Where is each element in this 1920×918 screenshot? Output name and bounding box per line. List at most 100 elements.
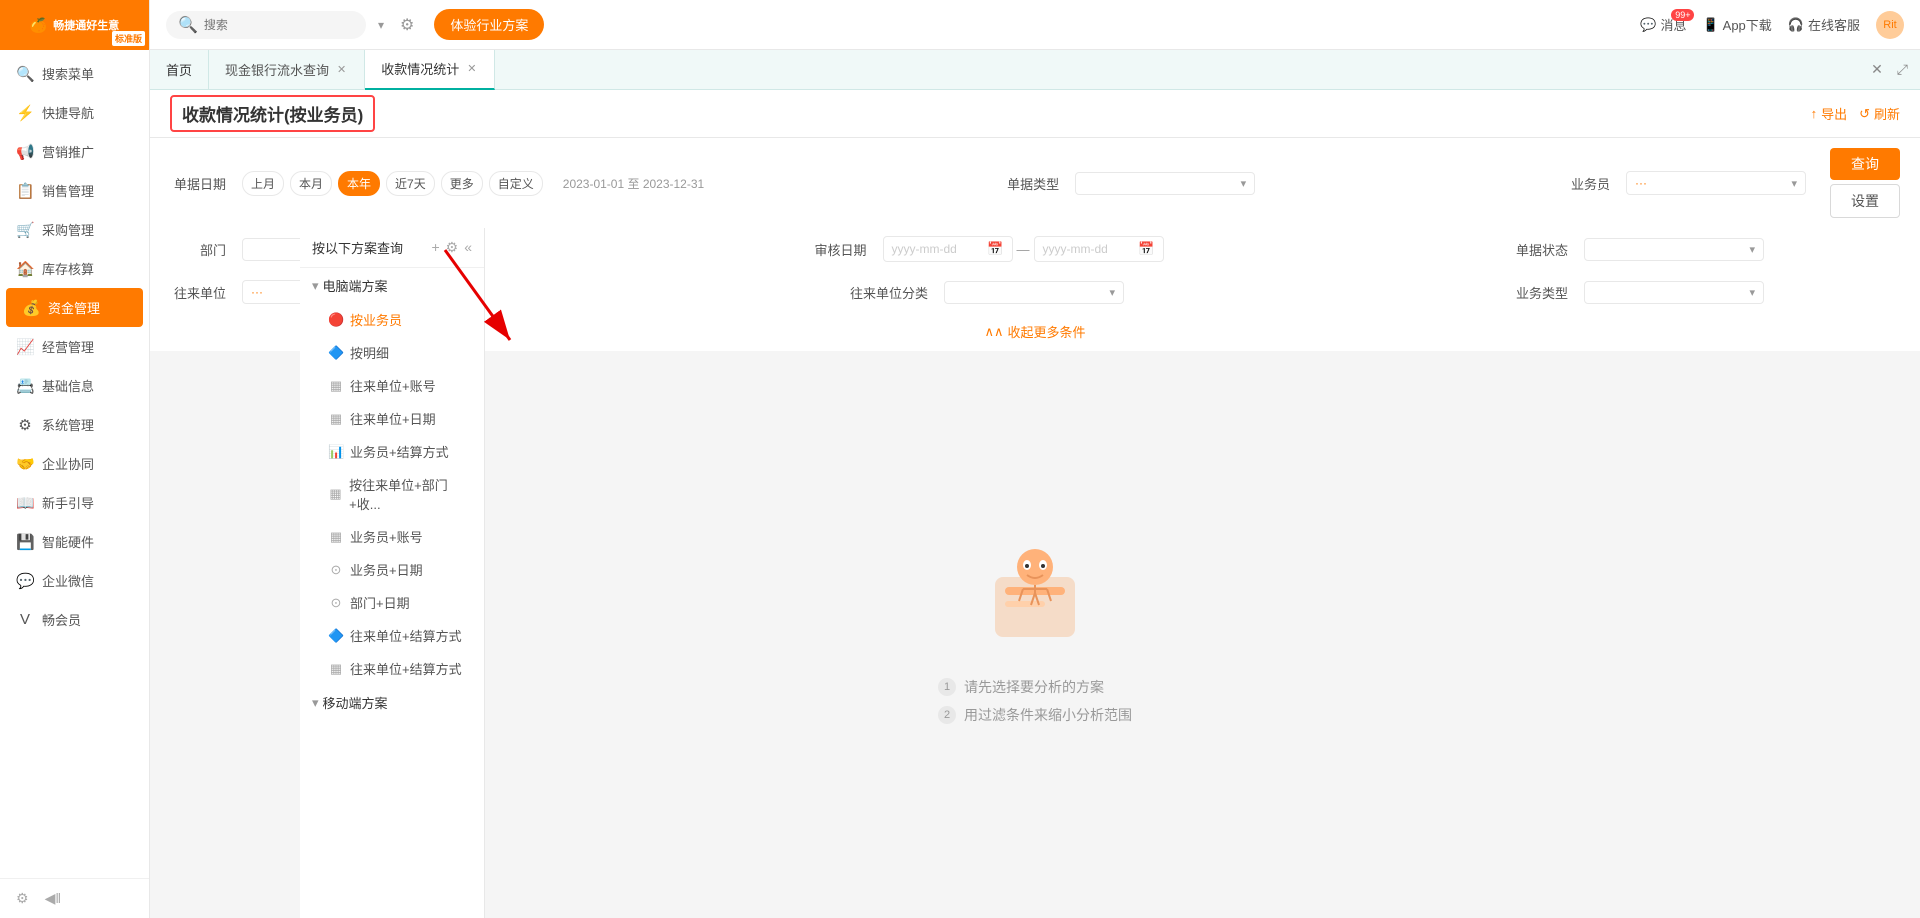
tab-home[interactable]: 首页: [150, 50, 209, 90]
sidebar-item-销售管理[interactable]: 📋 销售管理: [0, 171, 149, 210]
review-date-end[interactable]: yyyy-mm-dd 📅: [1034, 236, 1164, 262]
date-preset-本月[interactable]: 本月: [290, 171, 332, 196]
scheme-item-label-0-7: 业务员+日期: [350, 560, 423, 579]
nav-label-3: 销售管理: [42, 181, 94, 200]
scheme-item-0-8[interactable]: ⊙部门+日期: [300, 586, 484, 619]
messages-badge: 99+: [1671, 9, 1694, 21]
scheme-item-0-10[interactable]: ▦往来单位+结算方式: [300, 652, 484, 685]
settings-icon[interactable]: ⚙: [400, 15, 414, 35]
add-scheme-btn[interactable]: +: [431, 239, 439, 256]
collapse-sidebar-btn[interactable]: ◀‖: [41, 886, 66, 911]
sidebar-item-新手引导[interactable]: 📖新手引导: [0, 483, 149, 522]
nav-label-1: 快捷导航: [42, 103, 94, 122]
date-preset-自定义[interactable]: 自定义: [489, 171, 543, 196]
search-input[interactable]: [204, 18, 344, 32]
refresh-label: 刷新: [1874, 104, 1900, 123]
sidebar-item-库存核算[interactable]: 🏠库存核算: [0, 249, 149, 288]
header-actions: ↑ 导出 ↺ 刷新: [1811, 104, 1900, 123]
search-icon: 🔍: [178, 15, 198, 35]
scheme-item-0-0[interactable]: 🔴按业务员: [300, 303, 484, 336]
sidebar-item-系统管理[interactable]: ⚙系统管理: [0, 405, 149, 444]
sidebar-item-采购管理[interactable]: 🛒采购管理: [0, 210, 149, 249]
nav-label-8: 基础信息: [42, 376, 94, 395]
nav-icon-3: 📋: [16, 182, 34, 200]
scheme-section-0[interactable]: ▾电脑端方案: [300, 268, 484, 303]
sidebar-item-资金管理[interactable]: 💰资金管理: [6, 288, 143, 327]
collapse-label: 收起更多条件: [1008, 322, 1086, 341]
export-btn[interactable]: ↑ 导出: [1811, 104, 1848, 123]
doc-type-select[interactable]: ▾: [1075, 172, 1255, 195]
review-date-group: yyyy-mm-dd 📅 — yyyy-mm-dd 📅: [883, 236, 1164, 262]
salesperson-label: 业务员: [1554, 174, 1610, 193]
sidebar-item-搜索菜单[interactable]: 🔍搜索菜单: [0, 54, 149, 93]
salesperson-select[interactable]: ··· ▾: [1626, 171, 1806, 195]
nav-label-2: 营销推广: [42, 142, 94, 161]
settings-footer-icon[interactable]: ⚙: [12, 886, 33, 911]
expand-btn[interactable]: ⤢: [1893, 57, 1912, 82]
scheme-item-label-0-4: 业务员+结算方式: [350, 442, 449, 461]
tab-bank-flow[interactable]: 现金银行流水查询✕: [209, 50, 365, 90]
app-download-btn[interactable]: 📱 App下载: [1702, 15, 1771, 34]
settings-btn[interactable]: 设置: [1830, 184, 1900, 218]
tabs-container: 首页现金银行流水查询✕收款情况统计✕: [150, 50, 495, 90]
sidebar-item-企业微信[interactable]: 💬企业微信: [0, 561, 149, 600]
nav-icon-12: 💾: [16, 533, 34, 551]
message-icon: 💬: [1640, 17, 1656, 33]
date-preset-更多[interactable]: 更多: [441, 171, 483, 196]
section-label-0: 电脑端方案: [323, 276, 388, 295]
collapse-scheme-btn[interactable]: «: [464, 239, 472, 256]
partner-type-select[interactable]: ▾: [944, 281, 1124, 304]
refresh-icon: ↺: [1859, 106, 1870, 122]
salesperson-more[interactable]: ···: [1635, 176, 1647, 190]
scheme-item-0-1[interactable]: 🔷按明细: [300, 336, 484, 369]
close-all-tabs-btn[interactable]: ✕: [1867, 57, 1887, 82]
search-box[interactable]: 🔍: [166, 11, 366, 39]
calendar-icon-end[interactable]: 📅: [1138, 241, 1154, 257]
dept-label: 部门: [170, 240, 226, 259]
user-avatar-area[interactable]: Rit: [1876, 11, 1904, 39]
online-service-btn[interactable]: 🎧 在线客服: [1788, 15, 1860, 34]
scheme-section-1[interactable]: ▾移动端方案: [300, 685, 484, 720]
tab-close-bank-flow[interactable]: ✕: [335, 61, 348, 78]
biz-type-select[interactable]: ▾: [1584, 281, 1764, 304]
scheme-item-icon-0-10: ▦: [328, 661, 344, 677]
scheme-item-0-2[interactable]: ▦往来单位+账号: [300, 369, 484, 402]
sidebar-item-基础信息[interactable]: 📇基础信息: [0, 366, 149, 405]
date-preset-上月[interactable]: 上月: [242, 171, 284, 196]
tab-receipt-stats[interactable]: 收款情况统计✕: [365, 50, 495, 90]
refresh-btn[interactable]: ↺ 刷新: [1859, 104, 1900, 123]
review-date-start[interactable]: yyyy-mm-dd 📅: [883, 236, 1013, 262]
nav-icon-6: 💰: [22, 299, 40, 317]
scheme-settings-btn[interactable]: ⚙: [446, 239, 459, 256]
query-btn[interactable]: 查询: [1830, 148, 1900, 180]
scheme-item-0-4[interactable]: 📊业务员+结算方式: [300, 435, 484, 468]
partner-more[interactable]: ···: [251, 285, 263, 299]
date-preset-本年[interactable]: 本年: [338, 171, 380, 196]
sidebar-item-智能硬件[interactable]: 💾智能硬件: [0, 522, 149, 561]
scheme-item-0-5[interactable]: ▦按往来单位+部门+收...: [300, 468, 484, 520]
sidebar-item-企业协同[interactable]: 🤝企业协同: [0, 444, 149, 483]
partner-type-label: 往来单位分类: [850, 283, 928, 302]
nav-label-13: 企业微信: [42, 571, 94, 590]
tab-close-receipt-stats[interactable]: ✕: [465, 60, 478, 77]
scheme-item-label-0-6: 业务员+账号: [350, 527, 423, 546]
scheme-item-0-7[interactable]: ⊙业务员+日期: [300, 553, 484, 586]
scheme-item-0-3[interactable]: ▦往来单位+日期: [300, 402, 484, 435]
sidebar-item-经营管理[interactable]: 📈经营管理: [0, 327, 149, 366]
scheme-item-0-6[interactable]: ▦业务员+账号: [300, 520, 484, 553]
nav-label-14: 畅会员: [42, 610, 81, 629]
sidebar-item-畅会员[interactable]: V畅会员: [0, 600, 149, 639]
search-dropdown-icon[interactable]: ▾: [378, 18, 384, 32]
doc-status-select[interactable]: ▾: [1584, 238, 1764, 261]
calendar-icon-start[interactable]: 📅: [987, 241, 1003, 257]
empty-tip-2: 2 用过滤条件来缩小分析范围: [938, 705, 1132, 725]
sidebar-item-快捷导航[interactable]: ⚡快捷导航: [0, 93, 149, 132]
sidebar-item-营销推广[interactable]: 📢营销推广: [0, 132, 149, 171]
trial-btn[interactable]: 体验行业方案: [434, 9, 544, 40]
tip-num-2: 2: [938, 706, 956, 724]
collapse-filter-btn[interactable]: ∧∧ 收起更多条件: [984, 322, 1085, 341]
messages-btn[interactable]: 💬 消息 99+: [1640, 15, 1686, 34]
page-title: 收款情况统计(按业务员): [182, 106, 363, 125]
date-preset-近7天[interactable]: 近7天: [386, 171, 435, 196]
scheme-item-0-9[interactable]: 🔷往来单位+结算方式: [300, 619, 484, 652]
